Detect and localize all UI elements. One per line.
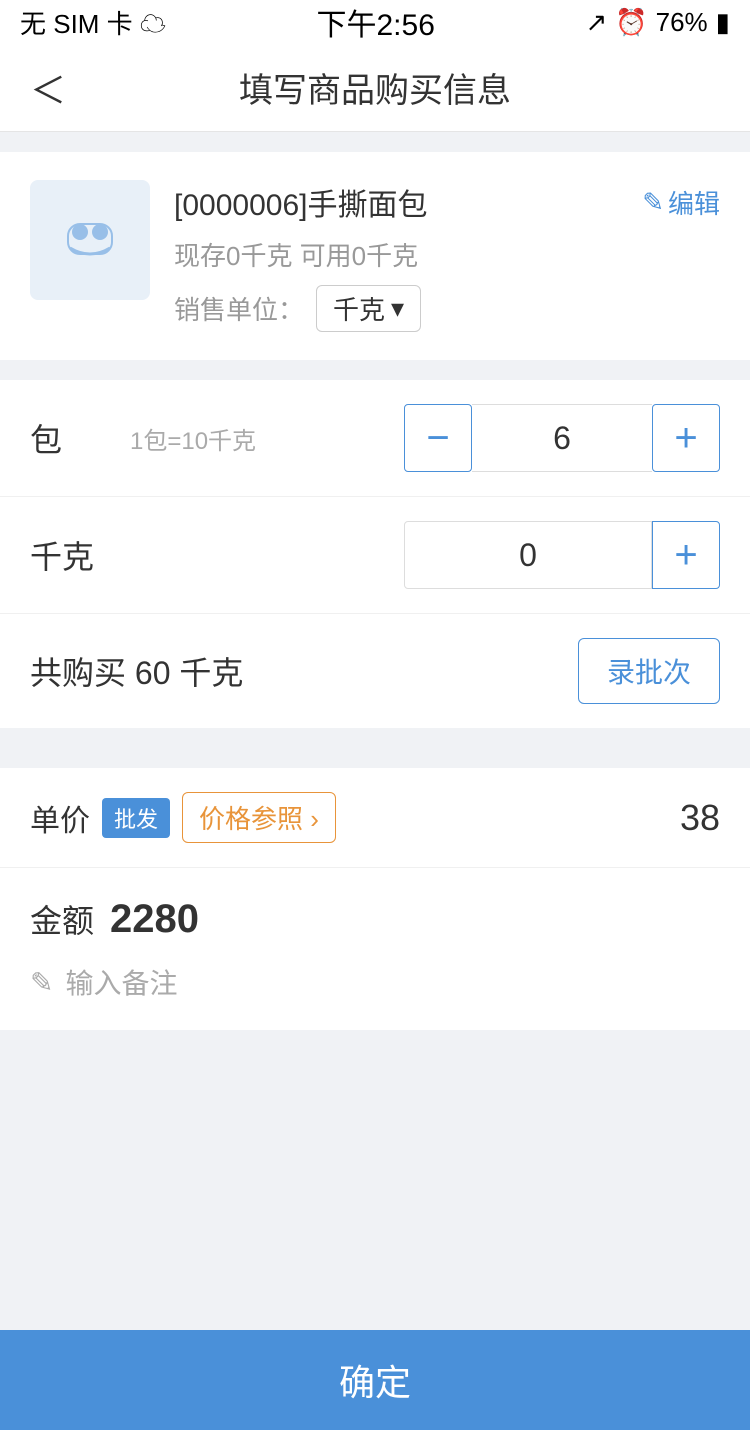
unit-label: 销售单位： xyxy=(174,290,304,327)
status-bar: 无 SIM 卡 ☁ 下午2:56 ↗ ⏰ 76% ▮ xyxy=(0,0,750,44)
kg-row: 千克 + xyxy=(0,497,750,614)
battery-icon: ▮ xyxy=(716,7,730,38)
unit-dropdown[interactable]: 千克 ▾ xyxy=(316,285,421,332)
confirm-button-label: 确定 xyxy=(339,1354,411,1406)
amount-section: 金额 2280 ✎ 输入备注 xyxy=(0,868,750,1030)
kg-qty-input[interactable] xyxy=(404,521,652,589)
kg-qty-control: + xyxy=(404,521,720,589)
input-section: 包 1包=10千克 − + 千克 + xyxy=(0,380,750,614)
total-row: 共购买 60 千克 录批次 xyxy=(0,614,750,728)
back-icon: ＜ xyxy=(30,70,66,111)
status-time: 下午2:56 xyxy=(316,0,434,44)
product-logo-icon xyxy=(60,210,120,270)
remark-row[interactable]: ✎ 输入备注 xyxy=(30,962,720,1002)
empty-area xyxy=(0,1030,750,1330)
remark-placeholder: 输入备注 xyxy=(65,962,177,1002)
edit-icon: ✎ xyxy=(642,187,664,218)
package-label: 包 xyxy=(30,415,110,461)
package-plus-button[interactable]: + xyxy=(652,404,720,472)
confirm-bar[interactable]: 确定 xyxy=(0,1330,750,1430)
product-info: [0000006]手撕面包 ✎ 编辑 现存0千克 可用0千克 销售单位： 千克 … xyxy=(174,180,720,332)
record-batch-button[interactable]: 录批次 xyxy=(578,638,720,704)
product-card: [0000006]手撕面包 ✎ 编辑 现存0千克 可用0千克 销售单位： 千克 … xyxy=(0,152,750,360)
nav-bar: ＜ 填写商品购买信息 xyxy=(0,44,750,132)
chevron-down-icon: ▾ xyxy=(391,293,404,324)
unit-value: 千克 xyxy=(333,290,385,327)
status-carrier: 无 SIM 卡 ☁ xyxy=(20,4,166,41)
price-label: 单价 xyxy=(30,796,90,840)
location-icon: ↗ xyxy=(585,7,607,38)
amount-value: 2280 xyxy=(110,897,199,942)
package-qty-input[interactable] xyxy=(472,404,652,472)
total-text: 共购买 60 千克 xyxy=(30,648,243,694)
package-qty-control: − + xyxy=(404,404,720,472)
product-stock: 现存0千克 可用0千克 xyxy=(174,236,720,273)
edit-button[interactable]: ✎ 编辑 xyxy=(642,184,720,221)
kg-label: 千克 xyxy=(30,532,110,578)
back-button[interactable]: ＜ xyxy=(20,52,76,124)
price-value: 38 xyxy=(680,797,720,839)
battery-text: 76% xyxy=(656,7,708,38)
status-icons: ↗ ⏰ 76% ▮ xyxy=(585,7,730,38)
alarm-icon: ⏰ xyxy=(615,7,647,38)
package-minus-button[interactable]: − xyxy=(404,404,472,472)
divider-2 xyxy=(0,728,750,748)
divider-1 xyxy=(0,360,750,380)
page-title: 填写商品购买信息 xyxy=(239,63,511,112)
price-reference-button[interactable]: 价格参照 › xyxy=(182,792,336,843)
product-image xyxy=(30,180,150,300)
amount-label: 金额 xyxy=(30,896,94,942)
price-section: 单价 批发 价格参照 › 38 xyxy=(0,768,750,868)
kg-plus-button[interactable]: + xyxy=(652,521,720,589)
product-name: [0000006]手撕面包 xyxy=(174,180,427,224)
pencil-icon: ✎ xyxy=(30,966,53,999)
package-row: 包 1包=10千克 − + xyxy=(0,380,750,497)
package-hint: 1包=10千克 xyxy=(130,421,384,456)
price-tag: 批发 xyxy=(102,798,170,838)
